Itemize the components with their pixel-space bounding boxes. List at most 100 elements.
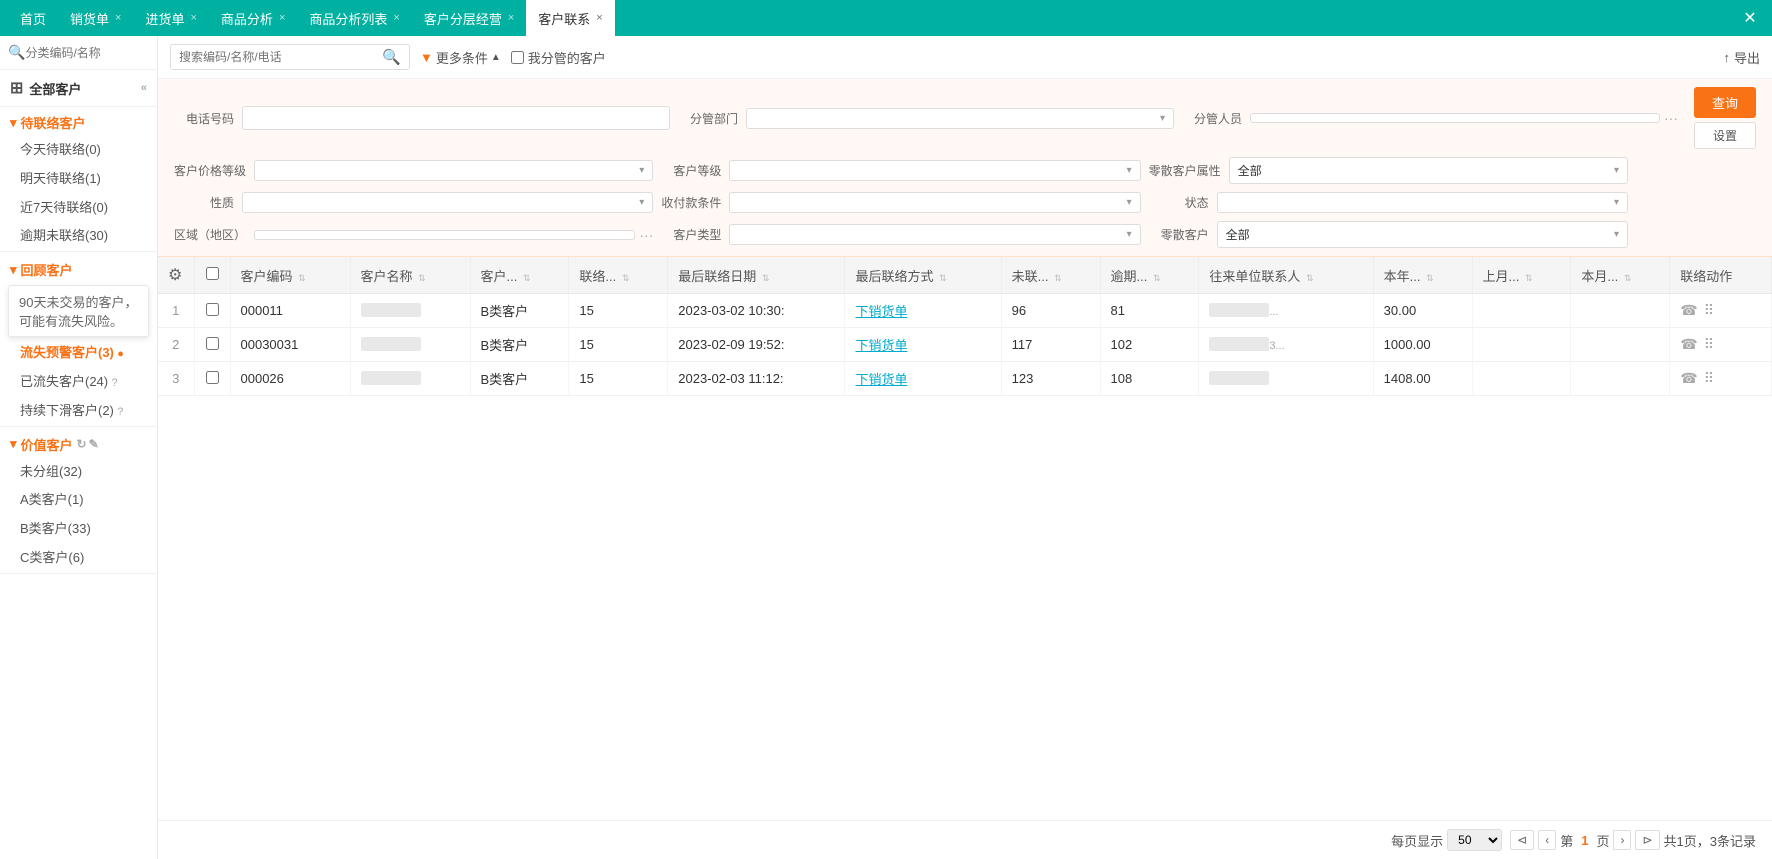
query-button[interactable]: 查询 [1694, 87, 1756, 118]
col-this-month[interactable]: 本月... ⇅ [1571, 257, 1670, 294]
churn-warning-dot: ● [117, 348, 124, 360]
overdue-sort-icon: ⇅ [1153, 273, 1161, 283]
sidebar-item-declining[interactable]: 持续下滑客户(2) ? [0, 397, 157, 426]
action-more-icon-3[interactable]: ⠿ [1704, 370, 1714, 387]
row-2-checkbox[interactable] [206, 337, 219, 350]
sidebar-item-churn-warning[interactable]: 流失预警客户(3) ● [0, 339, 157, 368]
sidebar-item-c-class[interactable]: C类客户(6) [0, 544, 157, 573]
next-page-button[interactable]: › [1613, 830, 1631, 850]
filter-person-dots[interactable]: ··· [1664, 110, 1678, 126]
my-customers-filter[interactable]: 我分管的客户 [511, 48, 606, 67]
nav-home[interactable]: 首页 [8, 0, 58, 36]
search-input[interactable] [179, 50, 378, 64]
sidebar-search-input[interactable] [25, 46, 158, 60]
col-contact-person[interactable]: 往来单位联系人 ⇅ [1199, 257, 1373, 294]
nav-purchase-order-close[interactable]: × [190, 12, 196, 24]
sidebar-section-pending[interactable]: ▾ 待联络客户 [0, 107, 157, 136]
col-overdue[interactable]: 逾期... ⇅ [1100, 257, 1199, 294]
row-checkbox-1[interactable] [194, 294, 230, 328]
row-last-type-2[interactable]: 下销货单 [845, 328, 1001, 362]
sidebar-item-a-class[interactable]: A类客户(1) [0, 486, 157, 515]
filter-scatter-customer-label: 零散客户 [1149, 226, 1209, 243]
nav-product-analysis-list[interactable]: 商品分析列表 × [297, 0, 411, 36]
row-checkbox-3[interactable] [194, 362, 230, 396]
filter-scatter-attr-select[interactable]: 全部 ▾ [1229, 157, 1628, 184]
sidebar-item-tomorrow[interactable]: 明天待联络(1) [0, 165, 157, 194]
action-more-icon-1[interactable]: ⠿ [1704, 302, 1714, 319]
col-last-month[interactable]: 上月... ⇅ [1472, 257, 1571, 294]
col-contact-days[interactable]: 联络... ⇅ [569, 257, 668, 294]
select-all-checkbox[interactable] [206, 267, 219, 280]
first-page-button[interactable]: ⊲ [1510, 830, 1534, 850]
filter-customer-level-select[interactable]: ▾ [729, 160, 1140, 181]
filter-status-select[interactable]: ▾ [1217, 192, 1628, 213]
page-size-select[interactable]: 50 100 200 [1447, 829, 1502, 851]
filter-nature-select[interactable]: ▾ [242, 192, 653, 213]
col-type[interactable]: 客户... ⇅ [470, 257, 569, 294]
action-more-icon-2[interactable]: ⠿ [1704, 336, 1714, 353]
value-edit-icon[interactable]: ✎ [89, 437, 99, 451]
filter-customer-type-select[interactable]: ▾ [729, 224, 1140, 245]
sidebar-item-overdue-contact[interactable]: 逾期未联络(30) [0, 222, 157, 251]
search-submit-icon[interactable]: 🔍 [382, 48, 401, 66]
filter-dept-select[interactable]: ▾ [746, 108, 1174, 129]
nav-customer-contact[interactable]: 客户联系 × [526, 0, 614, 36]
window-close-button[interactable]: ✕ [1736, 4, 1764, 32]
sidebar-item-7days[interactable]: 近7天待联络(0) [0, 194, 157, 223]
sidebar-section-review[interactable]: ▾ 回顾客户 [0, 254, 157, 283]
row-last-type-1[interactable]: 下销货单 [845, 294, 1001, 328]
row-3-checkbox[interactable] [206, 371, 219, 384]
prev-page-button[interactable]: ‹ [1538, 830, 1556, 850]
col-last-contact-date[interactable]: 最后联络日期 ⇅ [668, 257, 845, 294]
col-this-year[interactable]: 本年... ⇅ [1373, 257, 1472, 294]
sidebar-item-today[interactable]: 今天待联络(0) [0, 136, 157, 165]
action-phone-icon-3[interactable]: ☎ [1680, 370, 1697, 387]
nav-customer-contact-close[interactable]: × [596, 12, 602, 24]
filter-phone-input[interactable] [242, 106, 670, 130]
nav-customer-tier-close[interactable]: × [508, 12, 514, 24]
table-settings-icon[interactable]: ⚙ [168, 267, 182, 284]
export-button[interactable]: ↑ 导出 [1723, 48, 1760, 67]
value-refresh-icon[interactable]: ↻ [77, 437, 87, 451]
col-last-contact-type[interactable]: 最后联络方式 ⇅ [845, 257, 1001, 294]
filter-person-select[interactable] [1250, 113, 1660, 123]
nav-product-analysis[interactable]: 商品分析 × [209, 0, 297, 36]
last-date-sort-icon: ⇅ [762, 273, 770, 283]
my-customers-checkbox[interactable] [511, 51, 524, 64]
filter-person-label: 分管人员 [1182, 110, 1242, 127]
col-settings[interactable]: ⚙ [158, 257, 194, 294]
col-code[interactable]: 客户编码 ⇅ [230, 257, 350, 294]
more-filter-button[interactable]: ▼ 更多条件 ▲ [420, 48, 501, 67]
sidebar-item-ungrouped[interactable]: 未分组(32) [0, 458, 157, 487]
filter-scatter-customer-select[interactable]: 全部 ▾ [1217, 221, 1628, 248]
nav-product-analysis-close[interactable]: × [279, 12, 285, 24]
col-name[interactable]: 客户名称 ⇅ [350, 257, 470, 294]
col-no-contact[interactable]: 未联... ⇅ [1001, 257, 1100, 294]
filter-price-level-select[interactable]: ▾ [254, 160, 653, 181]
section-arrow-icon: ▾ [10, 115, 17, 131]
row-type-3: B类客户 [470, 362, 569, 396]
sidebar-item-b-class[interactable]: B类客户(33) [0, 515, 157, 544]
nav-product-analysis-list-close[interactable]: × [393, 12, 399, 24]
filter-region-dots[interactable]: ··· [639, 227, 653, 243]
filter-region-select[interactable] [254, 230, 635, 240]
nav-sales-order-close[interactable]: × [115, 12, 121, 24]
nav-customer-tier[interactable]: 客户分层经营 × [412, 0, 526, 36]
sidebar-item-churned[interactable]: 已流失客户(24) ? [0, 368, 157, 397]
nav-sales-order[interactable]: 销货单 × [58, 0, 133, 36]
last-page-button[interactable]: ⊳ [1635, 830, 1659, 850]
row-name-2: ████ [350, 328, 470, 362]
filter-payment-select[interactable]: ▾ [729, 192, 1140, 213]
nav-purchase-order[interactable]: 进货单 × [133, 0, 208, 36]
row-this-month-3 [1571, 362, 1670, 396]
setting-button[interactable]: 设置 [1694, 122, 1756, 149]
sidebar-section-value[interactable]: ▾ 价值客户 ↻ ✎ [0, 429, 157, 458]
row-action-3: ☎ ⠿ [1670, 362, 1772, 396]
row-last-type-3[interactable]: 下销货单 [845, 362, 1001, 396]
row-1-checkbox[interactable] [206, 303, 219, 316]
row-checkbox-2[interactable] [194, 328, 230, 362]
action-phone-icon-2[interactable]: ☎ [1680, 336, 1697, 353]
action-phone-icon-1[interactable]: ☎ [1680, 302, 1697, 319]
current-page-number: 1 [1577, 833, 1592, 848]
sidebar-all-customers[interactable]: ⊞ 全部客户 « [0, 70, 157, 107]
